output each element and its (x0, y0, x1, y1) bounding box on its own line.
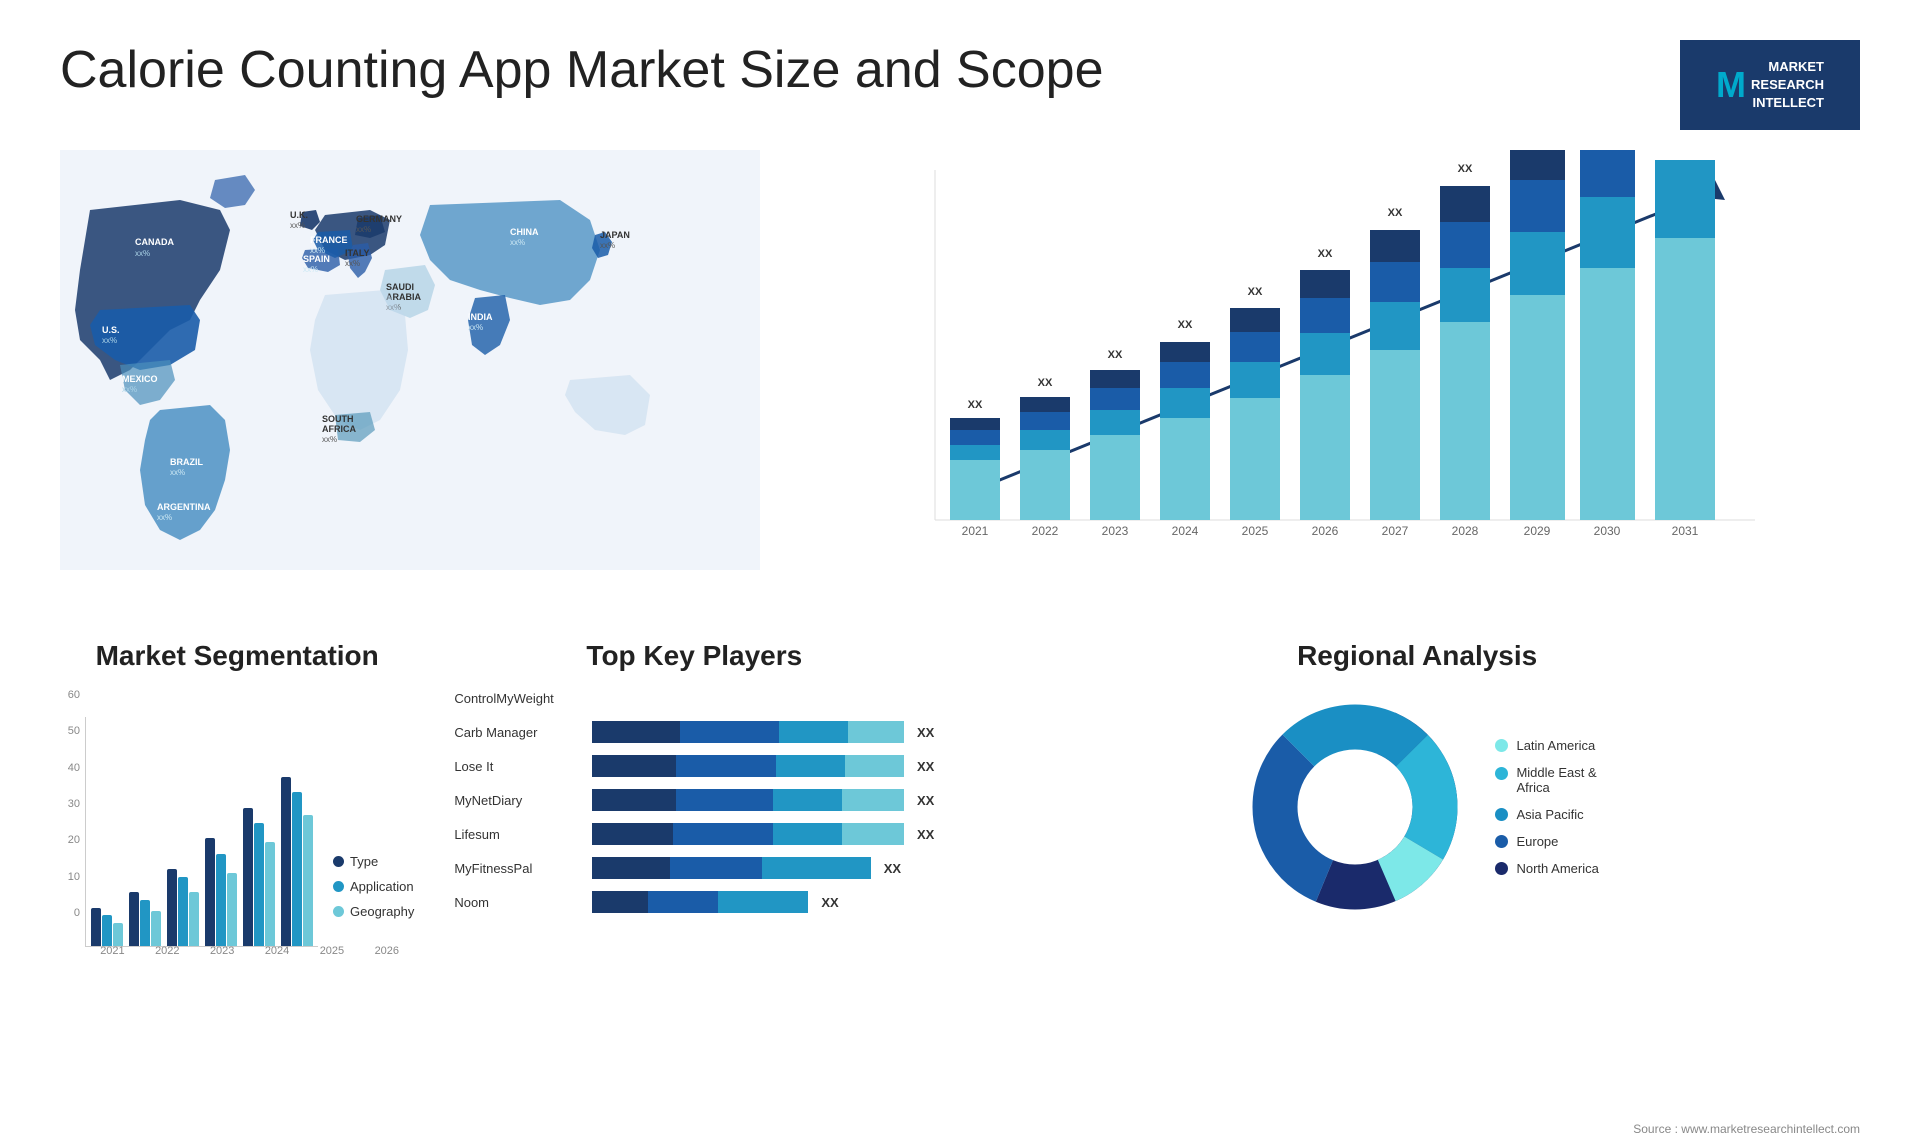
svg-text:XX: XX (1458, 163, 1473, 175)
legend-application: Application (333, 879, 414, 894)
svg-text:FRANCE: FRANCE (310, 235, 348, 245)
svg-text:AFRICA: AFRICA (322, 424, 356, 434)
svg-text:2024: 2024 (1172, 524, 1199, 538)
legend-geography: Geography (333, 904, 414, 919)
svg-text:2028: 2028 (1452, 524, 1479, 538)
player-row: Carb Manager XX (454, 721, 934, 743)
svg-text:U.S.: U.S. (102, 325, 120, 335)
svg-text:2031: 2031 (1672, 524, 1699, 538)
regional-title: Regional Analysis (974, 640, 1860, 672)
svg-text:XX: XX (1178, 319, 1193, 331)
regional-legend: Latin America Middle East &Africa Asia P… (1495, 738, 1598, 876)
bottom-section: Market Segmentation 0 10 20 30 40 50 60 (60, 640, 1860, 1020)
svg-text:GERMANY: GERMANY (356, 214, 402, 224)
legend-type: Type (333, 854, 414, 869)
logo-text: MARKET RESEARCH INTELLECT (1751, 58, 1824, 113)
svg-text:SOUTH: SOUTH (322, 414, 354, 424)
donut-chart-svg (1235, 687, 1475, 927)
svg-text:xx%: xx% (122, 385, 137, 394)
svg-text:xx%: xx% (102, 336, 117, 345)
player-row: Noom XX (454, 891, 934, 913)
player-row: Lose It XX (454, 755, 934, 777)
player-row: MyFitnessPal XX (454, 857, 934, 879)
svg-text:2029: 2029 (1524, 524, 1551, 538)
segmentation-section: Market Segmentation 0 10 20 30 40 50 60 (60, 640, 414, 1020)
svg-text:MEXICO: MEXICO (122, 374, 158, 384)
svg-text:ARGENTINA: ARGENTINA (157, 502, 211, 512)
svg-text:CANADA: CANADA (135, 237, 174, 247)
svg-text:xx%: xx% (510, 238, 525, 247)
growth-chart-section: XX 2021 XX 2022 XX 2023 (790, 150, 1860, 620)
svg-text:2021: 2021 (962, 524, 989, 538)
page-title: Calorie Counting App Market Size and Sco… (60, 40, 1104, 100)
svg-text:xx%: xx% (135, 249, 150, 258)
svg-text:2023: 2023 (1102, 524, 1129, 538)
legend-asia-pacific: Asia Pacific (1495, 807, 1598, 822)
svg-text:xx%: xx% (303, 265, 318, 274)
source-text: Source : www.marketresearchintellect.com (1633, 1122, 1860, 1136)
world-map-container: CANADA xx% U.S. xx% MEXICO xx% BRAZIL xx… (60, 150, 760, 620)
svg-text:xx%: xx% (356, 225, 371, 234)
svg-text:SPAIN: SPAIN (303, 254, 330, 264)
svg-text:XX: XX (1388, 207, 1403, 219)
svg-text:XX: XX (1038, 377, 1053, 389)
header: Calorie Counting App Market Size and Sco… (60, 40, 1860, 130)
player-row: ControlMyWeight (454, 687, 934, 709)
world-map-svg: CANADA xx% U.S. xx% MEXICO xx% BRAZIL xx… (60, 150, 760, 570)
svg-text:U.K.: U.K. (290, 210, 308, 220)
legend-middle-east: Middle East &Africa (1495, 765, 1598, 795)
svg-text:XX: XX (1108, 349, 1123, 361)
growth-chart-svg: XX 2021 XX 2022 XX 2023 (790, 150, 1860, 580)
svg-text:SAUDI: SAUDI (386, 282, 414, 292)
legend-latin-america: Latin America (1495, 738, 1598, 753)
svg-text:xx%: xx% (157, 513, 172, 522)
svg-text:2026: 2026 (1312, 524, 1339, 538)
page-container: Calorie Counting App Market Size and Sco… (0, 0, 1920, 1146)
svg-text:JAPAN: JAPAN (600, 230, 630, 240)
player-row: MyNetDiary XX (454, 789, 934, 811)
logo: M MARKET RESEARCH INTELLECT (1680, 40, 1860, 130)
svg-text:XX: XX (1318, 248, 1333, 260)
legend-europe: Europe (1495, 834, 1598, 849)
key-players-title: Top Key Players (454, 640, 934, 672)
regional-section: Regional Analysis (974, 640, 1860, 1020)
svg-text:2025: 2025 (1242, 524, 1269, 538)
svg-text:XX: XX (968, 399, 983, 411)
svg-text:BRAZIL: BRAZIL (170, 457, 203, 467)
svg-text:2027: 2027 (1382, 524, 1409, 538)
svg-text:xx%: xx% (290, 221, 305, 230)
key-players-section: Top Key Players ControlMyWeight Carb Man… (454, 640, 934, 1020)
logo-letter: M (1716, 64, 1746, 106)
segmentation-title: Market Segmentation (60, 640, 414, 672)
svg-text:xx%: xx% (322, 435, 337, 444)
player-row: Lifesum XX (454, 823, 934, 845)
svg-text:xx%: xx% (170, 468, 185, 477)
svg-text:ITALY: ITALY (345, 248, 370, 258)
svg-text:xx%: xx% (600, 241, 615, 250)
svg-text:2022: 2022 (1032, 524, 1059, 538)
svg-text:INDIA: INDIA (468, 312, 493, 322)
players-list: ControlMyWeight Carb Manager XX (454, 687, 934, 913)
svg-text:xx%: xx% (345, 259, 360, 268)
svg-text:CHINA: CHINA (510, 227, 539, 237)
svg-text:XX: XX (1248, 286, 1263, 298)
svg-text:xx%: xx% (468, 323, 483, 332)
legend-north-america: North America (1495, 861, 1598, 876)
svg-text:2030: 2030 (1594, 524, 1621, 538)
